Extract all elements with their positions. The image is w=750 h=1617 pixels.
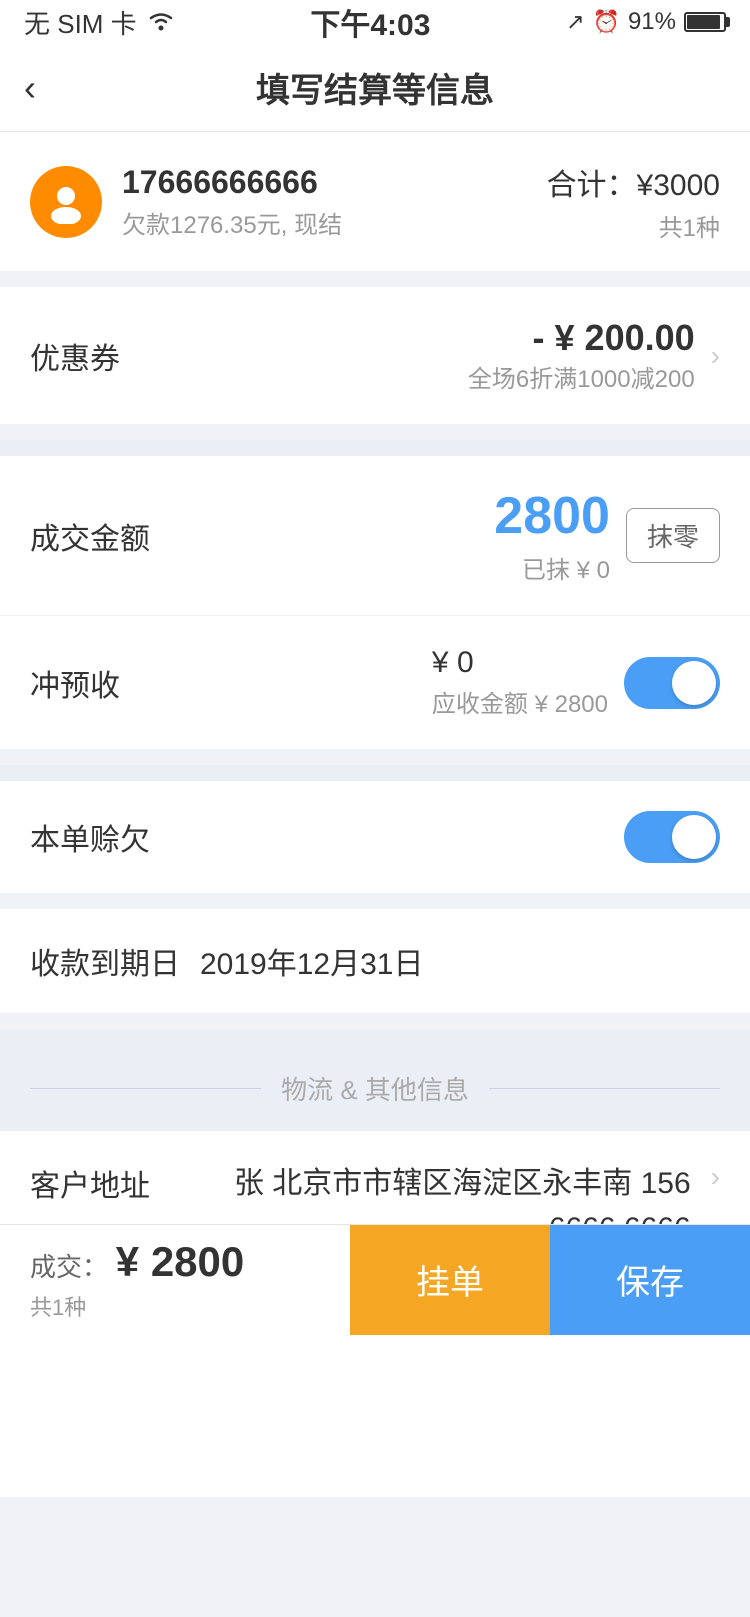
coupon-discount: - ¥ 200.00 <box>468 317 695 359</box>
bottom-bar: 成交： ¥ 2800 共1种 挂单 保存 <box>0 1224 750 1334</box>
logistics-label: 物流 & 其他信息 <box>281 1070 469 1107</box>
divider-line-right <box>489 1088 720 1089</box>
customer-left: 17666666666 欠款1276.35元, 现结 <box>30 164 342 240</box>
hold-button[interactable]: 挂单 <box>350 1225 550 1335</box>
alarm-icon: ⏰ <box>593 9 620 35</box>
customer-right: 合计：¥3000 共1种 <box>547 160 720 243</box>
divider-line-left <box>30 1088 261 1089</box>
bendanqiaoqian-row: 本单赊欠 <box>0 781 750 893</box>
deal-amount-row: 成交金额 2800 已抹 ¥ 0 抹零 <box>0 456 750 616</box>
content: 17666666666 欠款1276.35元, 现结 合计：¥3000 共1种 … <box>0 132 750 1617</box>
carrier-text: 无 SIM 卡 <box>24 4 137 41</box>
bendanqiaoqian-toggle[interactable] <box>624 811 720 863</box>
customer-card: 17666666666 欠款1276.35元, 现结 合计：¥3000 共1种 <box>0 132 750 271</box>
address-label: 客户地址 <box>30 1161 150 1205</box>
toggle-knob <box>672 661 716 705</box>
bottom-deal-label: 成交： <box>30 1252 108 1282</box>
avatar <box>30 166 102 238</box>
due-date-section: 收款到期日 2019年12月31日 <box>0 909 750 1014</box>
coupon-desc: 全场6折满1000减200 <box>468 359 695 394</box>
gray-divider-1 <box>0 440 750 456</box>
deal-erased: 已抹 ¥ 0 <box>494 550 610 585</box>
deal-amount-label: 成交金额 <box>30 514 150 558</box>
chong-yushou-row: 冲预收 ¥ 0 应收金额 ¥ 2800 <box>0 616 750 749</box>
wifi-icon <box>147 7 175 38</box>
bottom-summary: 成交： ¥ 2800 共1种 <box>0 1238 350 1322</box>
chong-sub: 应收金额 ¥ 2800 <box>432 684 608 719</box>
coupon-right: - ¥ 200.00 全场6折满1000减200 › <box>468 317 720 394</box>
address-chevron-icon: › <box>711 1161 720 1193</box>
chong-value: ¥ 0 <box>432 646 608 680</box>
due-date-value: 2019年12月31日 <box>200 939 423 983</box>
chong-value-container: ¥ 0 应收金额 ¥ 2800 <box>432 646 608 719</box>
gray-divider-2 <box>0 765 750 781</box>
customer-sub: 欠款1276.35元, 现结 <box>122 205 342 240</box>
bendanqiaoqian-label: 本单赊欠 <box>30 815 150 859</box>
status-time: 下午4:03 <box>310 0 430 44</box>
deal-amount-section: 成交金额 2800 已抹 ¥ 0 抹零 冲预收 ¥ 0 应收金额 ¥ 2800 <box>0 456 750 749</box>
round-zero-button[interactable]: 抹零 <box>626 508 720 563</box>
chong-yushou-label: 冲预收 <box>30 661 120 705</box>
status-right: ↗ ⏰ 91% <box>566 8 726 36</box>
back-button[interactable]: ‹ <box>24 67 36 109</box>
status-left: 无 SIM 卡 <box>24 4 175 41</box>
total-count: 共1种 <box>547 208 720 243</box>
customer-info: 17666666666 欠款1276.35元, 现结 <box>122 164 342 240</box>
battery-icon <box>684 12 726 32</box>
chevron-right-icon: › <box>711 340 720 372</box>
due-date-row: 收款到期日 2019年12月31日 <box>0 909 750 1014</box>
gray-divider-3 <box>0 1030 750 1046</box>
coupon-value-container: - ¥ 200.00 全场6折满1000减200 <box>468 317 695 394</box>
chong-yushou-right: ¥ 0 应收金额 ¥ 2800 <box>432 646 720 719</box>
bottom-count: 共1种 <box>30 1290 320 1322</box>
bottom-amount: ¥ 2800 <box>116 1238 244 1285</box>
page-title: 填写结算等信息 <box>256 63 494 112</box>
bendanqiaoqian-right <box>624 811 720 863</box>
deal-amount-value-container: 2800 已抹 ¥ 0 <box>494 486 610 585</box>
chong-yushou-toggle[interactable] <box>624 657 720 709</box>
due-date-label: 收款到期日 <box>30 939 180 983</box>
bendanqiaoqian-section: 本单赊欠 <box>0 781 750 893</box>
coupon-label: 优惠券 <box>30 334 120 378</box>
coupon-section: 优惠券 - ¥ 200.00 全场6折满1000减200 › <box>0 287 750 424</box>
total-amount: 合计：¥3000 <box>547 160 720 204</box>
status-bar: 无 SIM 卡 下午4:03 ↗ ⏰ 91% <box>0 0 750 44</box>
battery-percent: 91% <box>628 8 676 36</box>
location-icon: ↗ <box>566 9 584 35</box>
deal-amount-number: 2800 <box>494 486 610 546</box>
toggle-knob-2 <box>672 815 716 859</box>
nav-bar: ‹ 填写结算等信息 <box>0 44 750 132</box>
coupon-row[interactable]: 优惠券 - ¥ 200.00 全场6折满1000减200 › <box>0 287 750 424</box>
deal-amount-right: 2800 已抹 ¥ 0 抹零 <box>494 486 720 585</box>
bottom-deal-row: 成交： ¥ 2800 <box>30 1238 320 1286</box>
logistics-divider-section: 物流 & 其他信息 <box>0 1046 750 1131</box>
customer-phone: 17666666666 <box>122 164 342 201</box>
save-button[interactable]: 保存 <box>550 1225 750 1335</box>
